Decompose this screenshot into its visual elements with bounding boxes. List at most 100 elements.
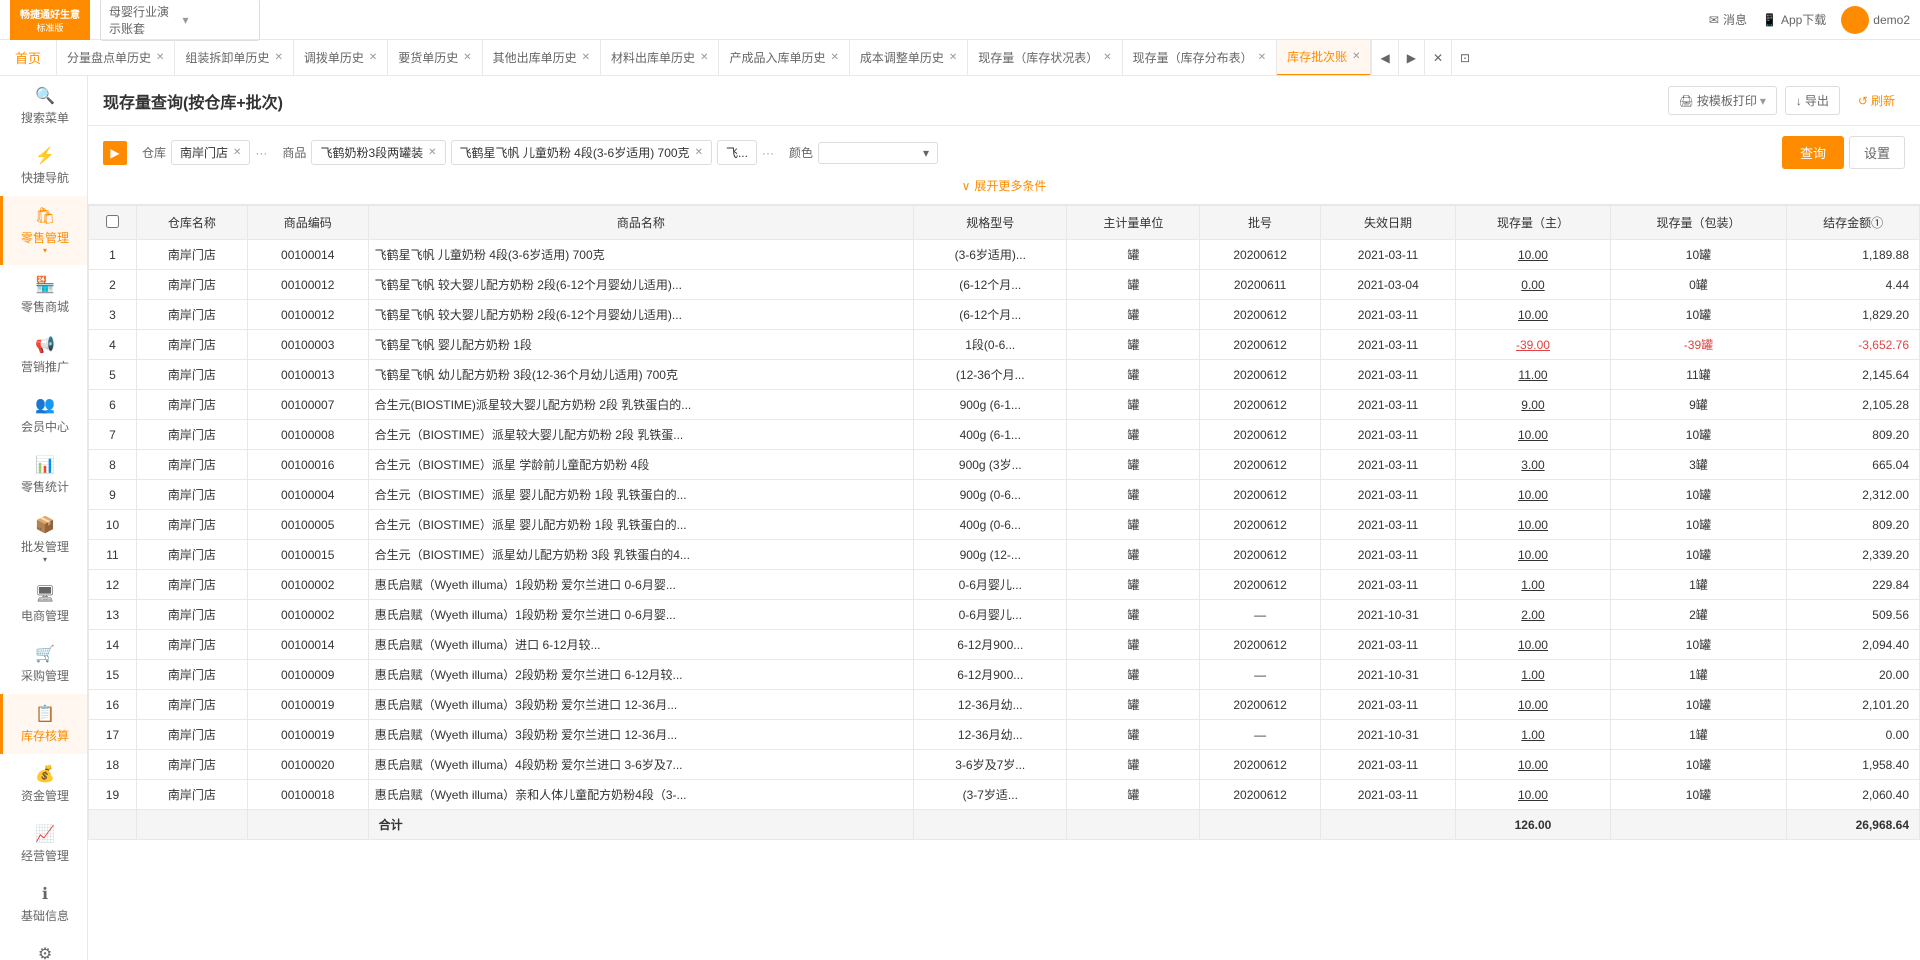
tab-yaohuo[interactable]: 要货单历史 ✕ bbox=[388, 40, 482, 76]
tab-close-button[interactable]: ✕ bbox=[1424, 40, 1451, 76]
sidebar-item-search[interactable]: 🔍 搜索菜单 bbox=[0, 76, 87, 136]
row-qty-main[interactable]: 10.00 bbox=[1456, 630, 1611, 660]
row-qty-main[interactable]: 10.00 bbox=[1456, 750, 1611, 780]
sidebar-item-finance[interactable]: 💰 资金管理 bbox=[0, 754, 87, 814]
row-qty-main[interactable]: 10.00 bbox=[1456, 480, 1611, 510]
row-qty-main[interactable]: 0.00 bbox=[1456, 270, 1611, 300]
sidebar-item-inventory[interactable]: 📋 库存核算 bbox=[0, 694, 87, 754]
row-qty-main[interactable]: 1.00 bbox=[1456, 660, 1611, 690]
sidebar-item-wholesale[interactable]: 📦 批发管理 ▾ bbox=[0, 505, 87, 574]
close-icon[interactable]: ✕ bbox=[695, 147, 703, 158]
row-qty-pack: 10罐 bbox=[1610, 480, 1786, 510]
app-download-button[interactable]: 📱 App下载 bbox=[1762, 11, 1826, 28]
sidebar-item-marketing[interactable]: 📢 营销推广 bbox=[0, 325, 87, 385]
tab-fenliang[interactable]: 分量盘点单历史 ✕ bbox=[57, 40, 175, 76]
template-print-button[interactable]: 🖨 按模板打印 ▾ bbox=[1668, 86, 1777, 115]
footer-empty bbox=[1320, 810, 1455, 840]
row-qty-main[interactable]: -39.00 bbox=[1456, 330, 1611, 360]
tab-kucun-state[interactable]: 现存量（库存状况表） ✕ bbox=[968, 40, 1122, 76]
sidebar-item-retail-mgmt[interactable]: 🛍 零售管理 ▾ bbox=[0, 196, 87, 265]
tab-qita[interactable]: 其他出库单历史 ✕ bbox=[483, 40, 601, 76]
close-icon[interactable]: ✕ bbox=[369, 52, 377, 63]
tab-zuzhuang[interactable]: 组装拆卸单历史 ✕ bbox=[175, 40, 293, 76]
sidebar-item-basic-info[interactable]: ℹ 基础信息 bbox=[0, 874, 87, 934]
row-qty-main[interactable]: 1.00 bbox=[1456, 570, 1611, 600]
tab-expand-button[interactable]: ⊡ bbox=[1451, 40, 1478, 76]
row-qty-main[interactable]: 10.00 bbox=[1456, 510, 1611, 540]
col-qty-main: 现存量（主） bbox=[1456, 206, 1611, 240]
row-qty-main[interactable]: 9.00 bbox=[1456, 390, 1611, 420]
close-icon[interactable]: ✕ bbox=[582, 52, 590, 63]
sidebar-item-mall[interactable]: 🏪 零售商城 bbox=[0, 265, 87, 325]
tab-home[interactable]: 首页 bbox=[0, 40, 57, 76]
sidebar-item-purchase[interactable]: 🛒 采购管理 bbox=[0, 634, 87, 694]
table-row: 1 南岸门店 00100014 飞鹤星飞帆 儿童奶粉 4段(3-6岁适用) 70… bbox=[89, 240, 1920, 270]
user-avatar[interactable]: demo2 bbox=[1841, 6, 1910, 34]
color-select[interactable]: ▾ bbox=[818, 142, 938, 164]
row-expire: 2021-03-11 bbox=[1320, 450, 1455, 480]
tab-diaobuo[interactable]: 调拨单历史 ✕ bbox=[294, 40, 388, 76]
warehouse-tag[interactable]: 南岸门店 ✕ bbox=[171, 140, 250, 165]
sidebar-item-system[interactable]: ⚙ 系统管理 bbox=[0, 934, 87, 960]
expand-conditions-button[interactable]: ∨ 展开更多条件 bbox=[103, 177, 1905, 194]
row-qty-main[interactable]: 1.00 bbox=[1456, 720, 1611, 750]
close-icon[interactable]: ✕ bbox=[830, 52, 838, 63]
more-options-icon[interactable]: ··· bbox=[255, 146, 267, 160]
sidebar-item-retail-stats[interactable]: 📊 零售统计 bbox=[0, 445, 87, 505]
tab-kucun-batch[interactable]: 库存批次账 ✕ bbox=[1277, 40, 1371, 76]
tab-kucun-dist[interactable]: 现存量（库存分布表） ✕ bbox=[1123, 40, 1277, 76]
refresh-button[interactable]: ↺ 刷新 bbox=[1848, 87, 1905, 114]
more-options-icon[interactable]: ··· bbox=[762, 146, 774, 160]
row-qty-main[interactable]: 10.00 bbox=[1456, 300, 1611, 330]
close-icon[interactable]: ✕ bbox=[1258, 52, 1266, 63]
row-qty-main[interactable]: 10.00 bbox=[1456, 690, 1611, 720]
row-qty-main[interactable]: 10.00 bbox=[1456, 540, 1611, 570]
logo-subtitle: 标准版 bbox=[36, 21, 63, 34]
row-batch: 20200612 bbox=[1200, 390, 1321, 420]
tab-next-button[interactable]: ▶ bbox=[1398, 40, 1424, 76]
close-icon[interactable]: ✕ bbox=[949, 52, 957, 63]
close-icon[interactable]: ✕ bbox=[233, 147, 241, 158]
query-button[interactable]: 查询 bbox=[1782, 136, 1844, 169]
sidebar-item-members[interactable]: 👥 会员中心 bbox=[0, 385, 87, 445]
table-row: 16 南岸门店 00100019 惠氏启赋（Wyeth illuma）3段奶粉 … bbox=[89, 690, 1920, 720]
row-qty-main[interactable]: 10.00 bbox=[1456, 240, 1611, 270]
company-selector[interactable]: 母婴行业演示账套 ▾ bbox=[100, 0, 260, 41]
close-icon[interactable]: ✕ bbox=[156, 52, 164, 63]
goods-tag-3[interactable]: 飞... bbox=[717, 140, 757, 165]
sidebar-item-quicknav[interactable]: ⚡ 快捷导航 bbox=[0, 136, 87, 196]
close-icon[interactable]: ✕ bbox=[1352, 51, 1360, 62]
row-qty-main[interactable]: 3.00 bbox=[1456, 450, 1611, 480]
row-qty-main[interactable]: 11.00 bbox=[1456, 360, 1611, 390]
row-warehouse: 南岸门店 bbox=[136, 330, 247, 360]
filter-expand-arrow[interactable]: ▶ bbox=[103, 141, 127, 165]
row-warehouse: 南岸门店 bbox=[136, 570, 247, 600]
close-icon[interactable]: ✕ bbox=[463, 52, 471, 63]
select-all-checkbox[interactable] bbox=[106, 215, 119, 228]
row-qty-main[interactable]: 2.00 bbox=[1456, 600, 1611, 630]
tab-prev-button[interactable]: ◀ bbox=[1371, 40, 1397, 76]
goods-tag-2[interactable]: 飞鹤星飞帆 儿童奶粉 4段(3-6岁适用) 700克 ✕ bbox=[451, 140, 712, 165]
row-spec: (6-12个月... bbox=[914, 300, 1067, 330]
close-icon[interactable]: ✕ bbox=[274, 52, 282, 63]
row-qty-main[interactable]: 10.00 bbox=[1456, 780, 1611, 810]
messages-button[interactable]: ✉ 消息 bbox=[1709, 11, 1747, 28]
export-button[interactable]: ↓ 导出 bbox=[1785, 86, 1840, 115]
close-icon[interactable]: ✕ bbox=[1103, 52, 1111, 63]
row-amount: 809.20 bbox=[1787, 510, 1920, 540]
row-qty-main[interactable]: 10.00 bbox=[1456, 420, 1611, 450]
close-icon[interactable]: ✕ bbox=[700, 52, 708, 63]
table-row: 6 南岸门店 00100007 合生元(BIOSTIME)派星较大婴儿配方奶粉 … bbox=[89, 390, 1920, 420]
close-icon[interactable]: ✕ bbox=[428, 147, 436, 158]
row-unit: 罐 bbox=[1067, 480, 1200, 510]
sidebar-item-operations[interactable]: 📈 经营管理 bbox=[0, 814, 87, 874]
tab-cailiao[interactable]: 材料出库单历史 ✕ bbox=[601, 40, 719, 76]
goods-tag-1[interactable]: 飞鹤奶粉3段两罐装 ✕ bbox=[311, 140, 445, 165]
tab-chanchenpin[interactable]: 产成品入库单历史 ✕ bbox=[719, 40, 849, 76]
row-batch: 20200612 bbox=[1200, 240, 1321, 270]
row-amount: 20.00 bbox=[1787, 660, 1920, 690]
export-icon: ↓ bbox=[1796, 94, 1802, 108]
tab-chengben[interactable]: 成本调整单历史 ✕ bbox=[850, 40, 968, 76]
sidebar-item-ecommerce[interactable]: 🖥 电商管理 bbox=[0, 574, 87, 634]
setting-button[interactable]: 设置 bbox=[1849, 136, 1905, 169]
